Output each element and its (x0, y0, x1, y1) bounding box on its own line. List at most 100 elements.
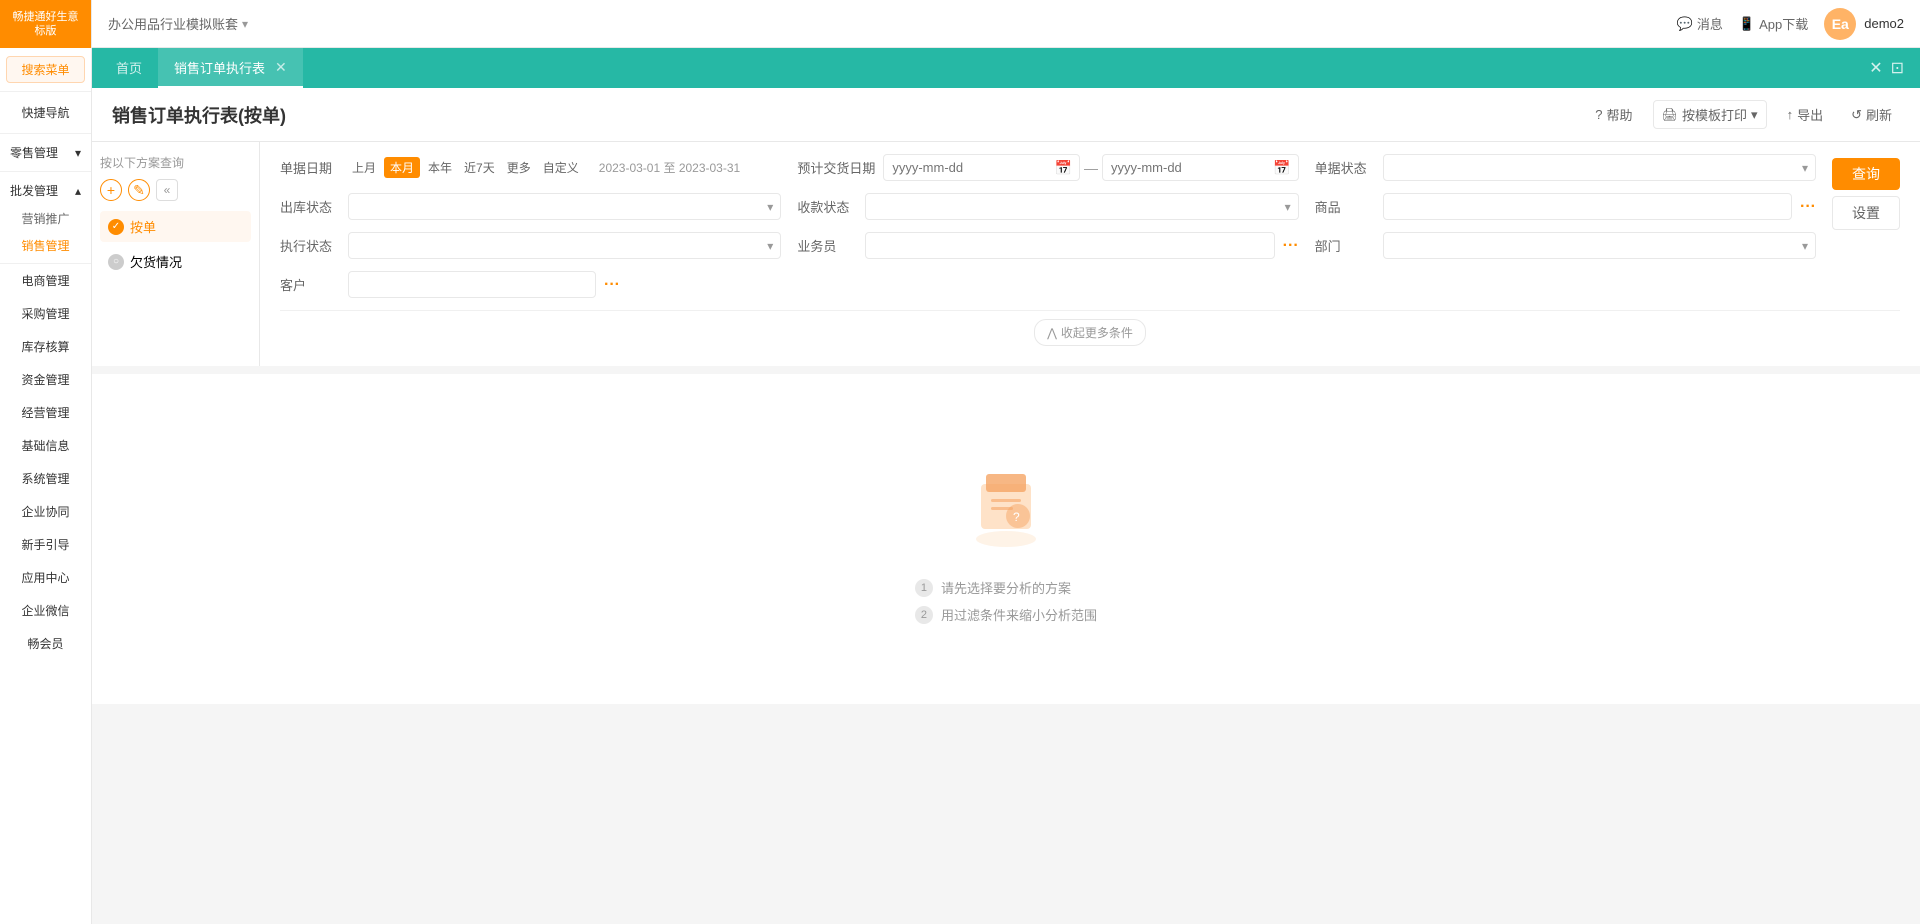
field-goods: 商品 ··· (1315, 193, 1816, 220)
date-tab-last7[interactable]: 近7天 (460, 157, 499, 178)
sidebar-sub-item-marketing[interactable]: 营销推广 (0, 205, 91, 232)
settings-button[interactable]: 设置 (1832, 196, 1900, 230)
payment-status-select[interactable] (865, 193, 1298, 220)
chevron-up-icon: ▴ (75, 184, 81, 198)
scheme-label: 欠货情况 (130, 252, 182, 271)
sidebar-item-quick-nav[interactable]: 快捷导航 (6, 96, 85, 129)
sidebar-item-retail[interactable]: 零售管理 ▾ (0, 138, 91, 167)
refresh-button[interactable]: ↺ 刷新 (1843, 101, 1900, 128)
sidebar-item-wholesale[interactable]: 批发管理 ▴ (0, 176, 91, 205)
topbar-dropdown-icon[interactable]: ▾ (242, 17, 248, 31)
message-button[interactable]: 💬 消息 (1677, 14, 1723, 33)
filter-left-panel: 按以下方案查询 + ✎ « ✓ 按单 ○ 欠货情况 (92, 142, 260, 366)
sidebar-item-ecommerce[interactable]: 电商管理 (0, 264, 91, 297)
payment-status-label: 收款状态 (797, 197, 857, 216)
help-button[interactable]: ? 帮助 (1587, 101, 1640, 128)
print-dropdown-icon[interactable]: ▾ (1751, 107, 1758, 123)
download-icon: 📱 (1739, 16, 1755, 32)
sidebar-item-purchase[interactable]: 采购管理 (0, 297, 91, 330)
scheme-item-欠货情况[interactable]: ○ 欠货情况 (100, 246, 251, 277)
date-tab-this-year[interactable]: 本年 (424, 157, 456, 178)
step-2-text: 用过滤条件来缩小分析范围 (941, 605, 1097, 624)
window-maximize-icon[interactable]: ⊡ (1891, 58, 1904, 78)
export-button[interactable]: ↑ 导出 (1779, 101, 1832, 128)
app-download-button[interactable]: 📱 App下载 (1739, 14, 1808, 33)
tab-sales-order[interactable]: 销售订单执行表 ✕ (158, 48, 303, 88)
user-profile[interactable]: Ea demo2 (1824, 8, 1904, 40)
sidebar-item-app-center[interactable]: 应用中心 (0, 561, 91, 594)
sidebar-item-enterprise[interactable]: 企业协同 (0, 495, 91, 528)
page-title: 销售订单执行表(按单) (112, 102, 286, 140)
dept-select[interactable] (1383, 232, 1816, 259)
collapse-more-button[interactable]: ⋀ 收起更多条件 (1034, 319, 1146, 346)
help-icon: ? (1595, 107, 1602, 122)
collapse-icon: ⋀ (1047, 326, 1057, 340)
sidebar-item-system[interactable]: 系统管理 (0, 462, 91, 495)
customer-input[interactable] (348, 271, 596, 298)
salesperson-input[interactable] (865, 232, 1274, 259)
sidebar-sub-item-sales[interactable]: 销售管理 (0, 232, 91, 259)
order-status-select[interactable] (1383, 154, 1816, 181)
sidebar-item-finance[interactable]: 资金管理 (0, 363, 91, 396)
filter-layout: 按以下方案查询 + ✎ « ✓ 按单 ○ 欠货情况 (92, 142, 1920, 366)
field-order-status: 单据状态 (1315, 154, 1816, 181)
print-button[interactable]: 🖨 按模板打印 ▾ (1653, 100, 1767, 129)
empty-state-illustration: ? (956, 454, 1056, 554)
delivery-status-select[interactable] (348, 193, 781, 220)
filter-buttons: 查询 设置 (1816, 154, 1900, 230)
export-icon: ↑ (1787, 107, 1794, 122)
expected-date-start-wrapper: 📅 (883, 154, 1080, 181)
expected-date-start-input[interactable] (883, 154, 1080, 181)
date-tab-last-month[interactable]: 上月 (348, 157, 380, 178)
empty-step-2: 2 用过滤条件来缩小分析范围 (915, 605, 1097, 624)
empty-state: ? 1 请先选择要分析的方案 2 用过滤条件来缩小分析范围 (92, 374, 1920, 704)
tab-home[interactable]: 首页 (100, 48, 158, 88)
date-range-display: 2023-03-01 至 2023-03-31 (599, 159, 740, 176)
sidebar-item-base[interactable]: 基础信息 (0, 429, 91, 462)
window-close-icon[interactable]: ✕ (1869, 58, 1882, 78)
search-menu-button[interactable]: 搜索菜单 (6, 56, 85, 83)
sidebar-item-newbie[interactable]: 新手引导 (0, 528, 91, 561)
avatar: Ea (1824, 8, 1856, 40)
goods-input[interactable] (1383, 193, 1792, 220)
sidebar: 畅捷通好生意 标版 搜索菜单 快捷导航 零售管理 ▾ 批发管理 ▴ 营销推广 销… (0, 0, 92, 924)
sidebar-item-enterprise-wechat[interactable]: 企业微信 (0, 594, 91, 627)
exec-status-select[interactable] (348, 232, 781, 259)
main-area: 办公用品行业模拟账套 ▾ 💬 消息 📱 App下载 Ea demo2 首页 (92, 0, 1920, 924)
expected-date-end-input[interactable] (1102, 154, 1299, 181)
topbar-actions: 💬 消息 📱 App下载 Ea demo2 (1677, 8, 1904, 40)
sidebar-retail-group: 零售管理 ▾ (0, 134, 91, 172)
delivery-status-label: 出库状态 (280, 197, 340, 216)
quick-nav-section: 快捷导航 (0, 92, 91, 134)
collapse-panel-button[interactable]: « (156, 179, 178, 201)
date-tab-this-month[interactable]: 本月 (384, 157, 420, 178)
field-delivery-status: 出库状态 (280, 193, 781, 220)
date-tab-custom[interactable]: 自定义 (539, 157, 583, 178)
field-customer: 客户 ··· (280, 271, 620, 298)
field-payment-status: 收款状态 (797, 193, 1298, 220)
scheme-inactive-icon: ○ (108, 254, 124, 270)
scheme-item-按单[interactable]: ✓ 按单 (100, 211, 251, 242)
field-salesperson: 业务员 ··· (797, 232, 1298, 259)
message-icon: 💬 (1677, 16, 1693, 32)
query-button[interactable]: 查询 (1832, 158, 1900, 190)
goods-dots-button[interactable]: ··· (1800, 198, 1816, 216)
sidebar-item-vip[interactable]: 畅会员 (0, 627, 91, 660)
date-tabs: 上月 本月 本年 近7天 更多 自定义 (348, 157, 583, 178)
filter-row-1: 单据日期 上月 本月 本年 近7天 更多 自定义 (280, 154, 1816, 181)
edit-scheme-button[interactable]: ✎ (128, 179, 150, 201)
expected-date-label: 预计交货日期 (797, 158, 875, 177)
sidebar-wholesale-group: 批发管理 ▴ 营销推广 销售管理 (0, 172, 91, 264)
chevron-down-icon: ▾ (75, 146, 81, 160)
tab-sales-order-label: 销售订单执行表 (174, 58, 265, 77)
exec-status-wrapper (348, 232, 781, 259)
salesperson-dots-button[interactable]: ··· (1283, 237, 1299, 255)
scheme-label: 按单 (130, 217, 156, 236)
customer-dots-button[interactable]: ··· (604, 276, 620, 294)
add-scheme-button[interactable]: + (100, 179, 122, 201)
filter-area: 按以下方案查询 + ✎ « ✓ 按单 ○ 欠货情况 (92, 142, 1920, 366)
sidebar-item-operations[interactable]: 经营管理 (0, 396, 91, 429)
sidebar-item-inventory[interactable]: 库存核算 (0, 330, 91, 363)
date-tab-more[interactable]: 更多 (503, 157, 535, 178)
tab-close-icon[interactable]: ✕ (275, 59, 287, 76)
